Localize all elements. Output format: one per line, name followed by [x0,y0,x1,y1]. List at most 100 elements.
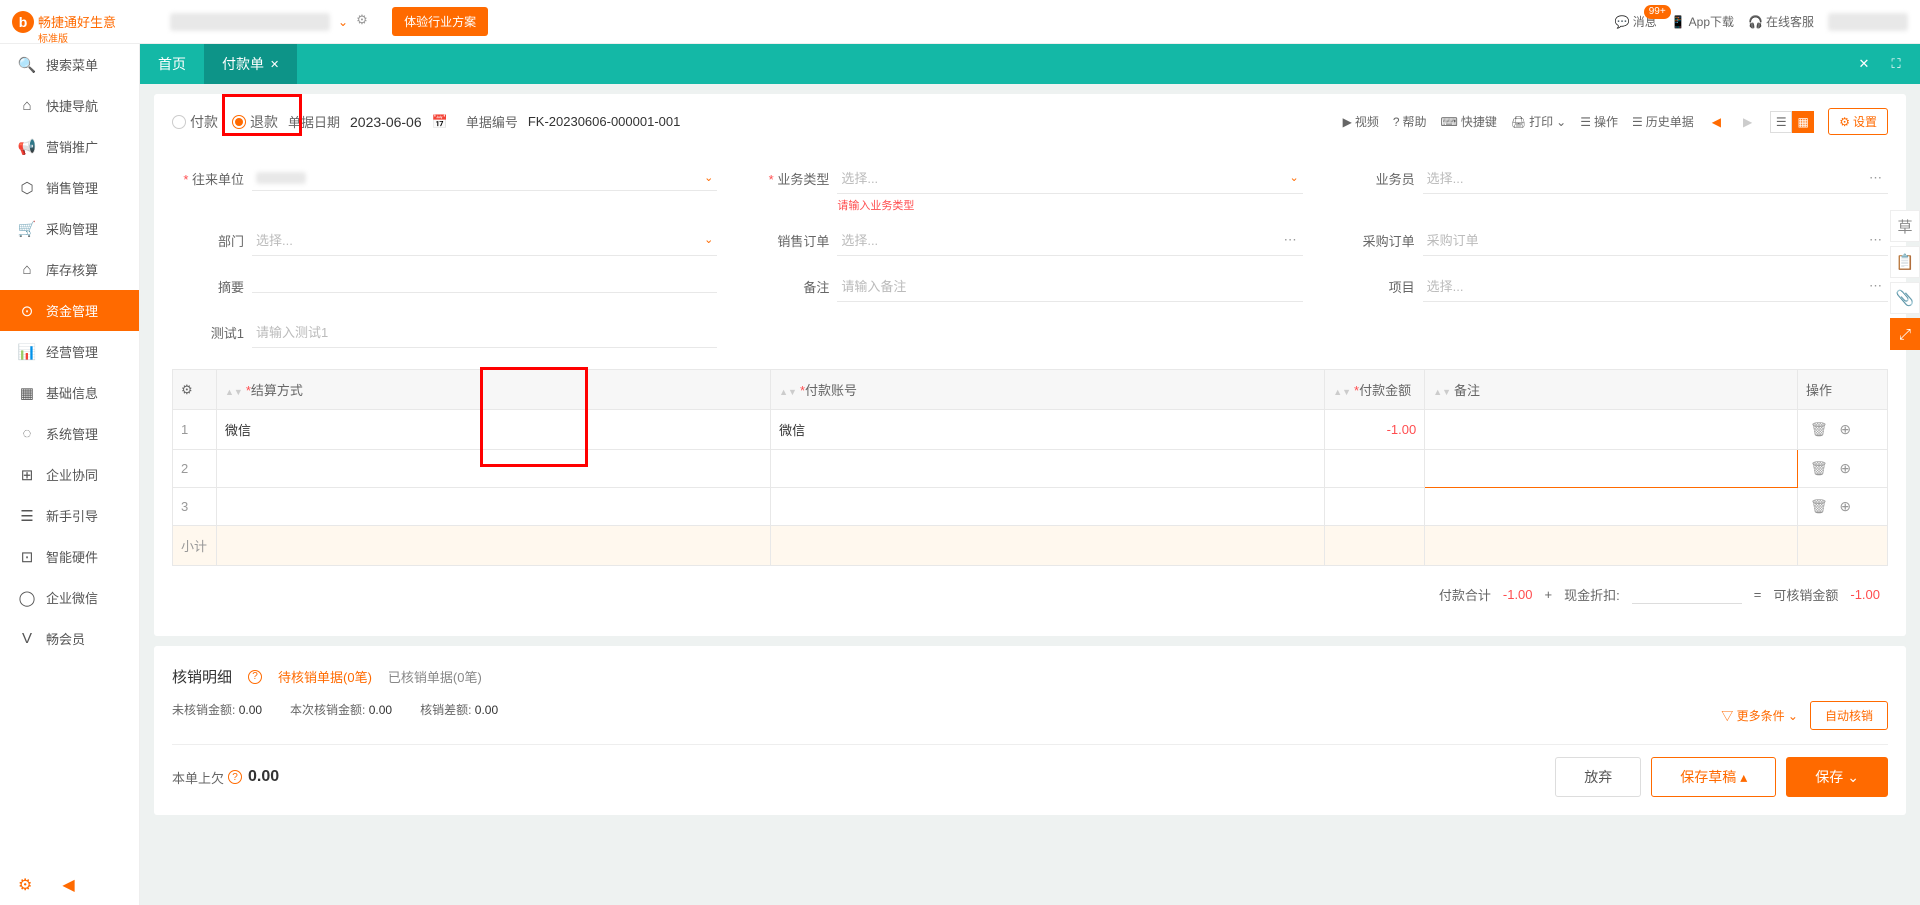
experience-button[interactable]: 体验行业方案 [392,7,488,36]
video-link[interactable]: ▶ 视频 [1343,113,1379,130]
col-pay-amount[interactable]: ▲▼*付款金额 [1325,370,1425,410]
cell-pay-amount[interactable]: -1.00 [1325,410,1425,450]
phone-icon: 📱 [1671,15,1686,29]
help-link[interactable]: ? 帮助 [1393,113,1427,130]
prev-doc-arrow[interactable]: ◀ [1708,115,1725,129]
next-doc-arrow[interactable]: ▶ [1739,115,1756,129]
sidebar-icon: 🛒 [18,220,36,238]
cell-remark[interactable] [1425,450,1798,488]
purchase-order-select[interactable]: 采购订单⋯ [1423,224,1888,256]
col-settle-method[interactable]: ▲▼*结算方式 [217,370,771,410]
view-card-btn[interactable]: ▦ [1792,111,1814,133]
sidebar-item-12[interactable]: ⊡智能硬件 [0,536,139,577]
customer-select[interactable]: ⌄ [252,165,717,191]
save-button[interactable]: 保存 ⌄ [1786,757,1888,797]
sidebar-bottom: ⚙ ◀ [0,865,139,905]
user-area[interactable] [1828,13,1908,31]
clerk-select[interactable]: 选择...⋯ [1423,162,1888,194]
settings-button[interactable]: ⚙ 设置 [1828,108,1888,135]
sidebar-item-10[interactable]: ⊞企业协同 [0,454,139,495]
more-conditions-link[interactable]: ▽ 更多条件 ⌄ [1721,707,1798,724]
cell-settle-method[interactable]: 微信 [217,410,771,450]
sidebar-item-8[interactable]: ▦基础信息 [0,372,139,413]
row-add-icon[interactable]: ⊕ [1839,421,1851,437]
cell-pay-amount[interactable] [1325,450,1425,488]
operate-link[interactable]: ☰ 操作 [1580,113,1618,130]
fullscreen-icon[interactable]: ⛶ [1884,52,1908,76]
sidebar-item-4[interactable]: 🛒采购管理 [0,208,139,249]
col-pay-account[interactable]: ▲▼*付款账号 [771,370,1325,410]
remark-input[interactable]: 请输入备注 [837,270,1302,302]
sidebar-item-9[interactable]: ◌系统管理 [0,413,139,454]
sidebar-item-11[interactable]: ☰新手引导 [0,495,139,536]
row-delete-icon[interactable]: 🗑 [1810,498,1828,514]
settings-icon[interactable]: ⚙ [18,875,32,895]
sidebar-item-13[interactable]: ◯企业微信 [0,577,139,618]
pending-tab[interactable]: 待核销单据(0笔) [278,667,372,686]
cell-remark[interactable] [1425,410,1798,450]
sidebar-item-7[interactable]: 📊经营管理 [0,331,139,372]
radio-refund[interactable]: 退款 [232,112,278,132]
footer-bar: 本单上欠 ? 0.00 放弃 保存草稿 ▴ 保存 ⌄ [172,744,1888,801]
row-add-icon[interactable]: ⊕ [1839,460,1851,476]
cell-settle-method[interactable] [217,450,771,488]
info-icon[interactable]: ? [248,670,262,684]
sales-order-select[interactable]: 选择...⋯ [837,224,1302,256]
auto-verify-button[interactable]: 自动核销 [1810,701,1888,730]
close-all-icon[interactable]: ✕ [1852,52,1876,76]
cell-settle-method[interactable] [217,488,771,526]
history-link[interactable]: ☰ 历史单据 [1632,113,1694,130]
save-draft-button[interactable]: 保存草稿 ▴ [1651,757,1776,797]
radio-payment[interactable]: 付款 [172,112,218,132]
dept-select[interactable]: 选择...⌄ [252,224,717,256]
org-selector[interactable]: ⌄ ⚙ 体验行业方案 [170,7,488,36]
app-download-link[interactable]: 📱 App下载 [1671,13,1734,30]
sidebar-icon: ⊙ [18,302,36,320]
cell-pay-account[interactable] [771,450,1325,488]
discount-label: 现金折扣: [1564,585,1620,604]
collapse-icon[interactable]: ◀ [62,875,74,895]
sidebar-item-0[interactable]: 🔍搜索菜单 [0,44,139,85]
view-toggle: ☰ ▦ [1770,111,1814,133]
tab-付款单[interactable]: 付款单✕ [204,44,297,84]
rail-expand-icon[interactable]: ⤢ [1890,318,1920,350]
abandon-button[interactable]: 放弃 [1555,757,1641,797]
shortcut-link[interactable]: ⌨ 快捷键 [1441,113,1497,130]
date-value[interactable]: 2023-06-06 [350,114,422,130]
cell-pay-amount[interactable] [1325,488,1425,526]
test1-input[interactable]: 请输入测试1 [252,316,717,348]
tab-首页[interactable]: 首页 [140,44,204,84]
col-remark[interactable]: ▲▼备注 [1425,370,1798,410]
gear-icon[interactable]: ⚙ [356,12,376,32]
rail-draft-icon[interactable]: 草 [1890,210,1920,242]
biztype-select[interactable]: 选择...⌄ [837,162,1302,194]
sidebar-item-1[interactable]: ⌂快捷导航 [0,85,139,126]
discount-input[interactable] [1632,584,1742,604]
print-link[interactable]: 🖨 打印 ⌄ [1511,113,1566,130]
cell-pay-account[interactable] [771,488,1325,526]
row-add-icon[interactable]: ⊕ [1839,498,1851,514]
rail-doc-icon[interactable]: 📋 [1890,246,1920,278]
summary-input[interactable] [252,280,717,293]
cell-pay-account[interactable]: 微信 [771,410,1325,450]
done-tab[interactable]: 已核销单据(0笔) [388,667,482,686]
owed-info-icon[interactable]: ? [228,770,242,784]
tab-close-icon[interactable]: ✕ [270,58,279,71]
view-list-btn[interactable]: ☰ [1770,111,1792,133]
sidebar-item-2[interactable]: 📢营销推广 [0,126,139,167]
verify-title: 核销明细 [172,666,232,687]
sidebar-item-3[interactable]: ⬡销售管理 [0,167,139,208]
row-delete-icon[interactable]: 🗑 [1810,421,1828,437]
row-delete-icon[interactable]: 🗑 [1810,460,1828,476]
messages-link[interactable]: 💬 消息 99+ [1615,13,1657,30]
sidebar-item-6[interactable]: ⊙资金管理 [0,290,139,331]
calendar-icon[interactable]: 📅 [432,114,448,130]
project-select[interactable]: 选择...⋯ [1423,270,1888,302]
sidebar-item-5[interactable]: ⌂库存核算 [0,249,139,290]
sidebar-item-14[interactable]: V畅会员 [0,618,139,659]
table-gear-header[interactable]: ⚙ [173,370,217,410]
logo-subtitle: 标准版 [38,30,68,45]
online-service-link[interactable]: 🎧 在线客服 [1748,13,1814,30]
cell-remark[interactable] [1425,488,1798,526]
rail-attach-icon[interactable]: 📎 [1890,282,1920,314]
